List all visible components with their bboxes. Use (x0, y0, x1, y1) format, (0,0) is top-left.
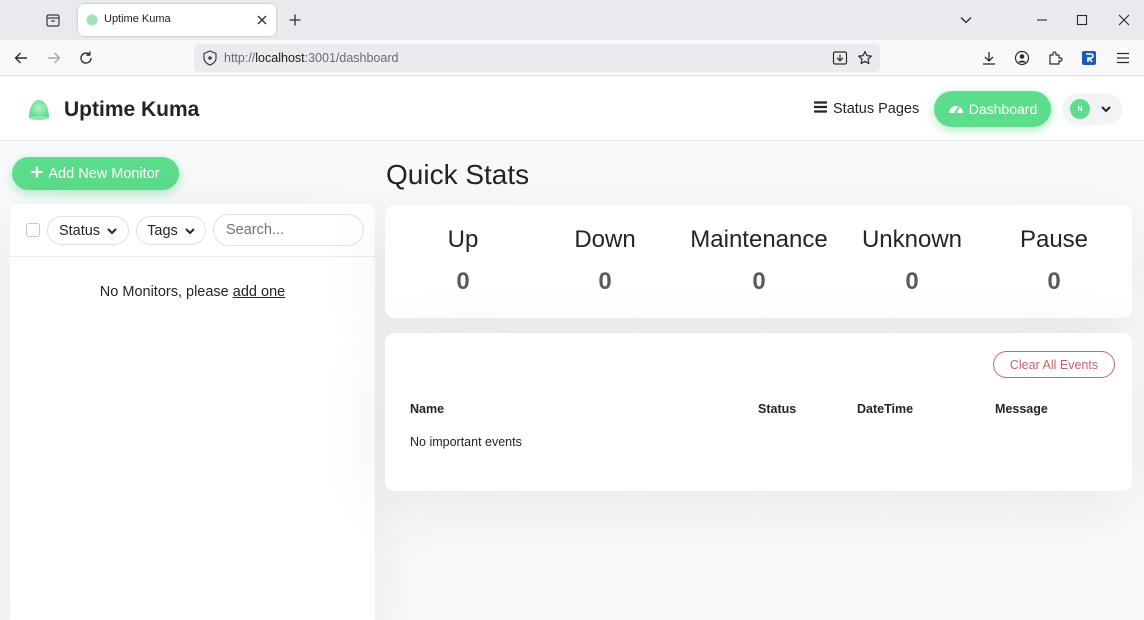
app-header: Uptime Kuma Status Pages Dashboard N (0, 77, 1144, 141)
status-filter-dropdown[interactable]: Status (47, 216, 129, 245)
quick-stats-card: Up 0 Down 0 Maintenance 0 Unknown 0 Paus… (385, 205, 1132, 318)
new-tab-icon[interactable] (286, 11, 304, 29)
clear-all-events-button[interactable]: Clear All Events (993, 351, 1115, 378)
avatar: N (1070, 99, 1090, 119)
caret-down-icon (1100, 103, 1112, 115)
stat-value: 0 (752, 268, 766, 295)
caret-down-icon (185, 223, 195, 239)
stat-value: 0 (905, 268, 919, 295)
menu-icon[interactable] (1114, 49, 1132, 67)
tab-overflow-chevron-icon[interactable] (957, 11, 975, 29)
tab-list-icon[interactable] (44, 11, 62, 29)
stat-down: Down 0 (530, 225, 680, 297)
list-icon (814, 101, 827, 117)
empty-monitors-text: No Monitors, please (99, 284, 233, 300)
uptime-kuma-logo-icon (26, 96, 52, 122)
tags-filter-dropdown[interactable]: Tags (136, 216, 206, 245)
star-bookmark-icon[interactable] (857, 50, 873, 66)
stat-label: Up (447, 226, 479, 253)
brand-title[interactable]: Uptime Kuma (64, 98, 199, 122)
page-download-icon[interactable] (832, 50, 848, 66)
add-one-link[interactable]: add one (233, 284, 285, 300)
extension-badge-icon[interactable] (1080, 49, 1098, 67)
dashboard-button[interactable]: Dashboard (934, 91, 1051, 127)
extensions-icon[interactable] (1046, 49, 1064, 67)
stat-label: Maintenance (690, 226, 828, 253)
caret-down-icon (107, 223, 117, 239)
column-header-message: Message (995, 402, 1048, 416)
stat-pause: Pause 0 (979, 225, 1129, 297)
maximize-icon[interactable] (1073, 11, 1091, 29)
back-icon[interactable] (11, 48, 31, 68)
stat-value: 0 (1047, 268, 1061, 295)
monitor-list-panel: Status Tags No Monitors, please add one (10, 204, 375, 620)
page-title: Quick Stats (386, 159, 530, 190)
forward-icon[interactable] (44, 48, 64, 68)
select-all-checkbox[interactable] (26, 223, 40, 237)
empty-monitors-message: No Monitors, please add one (10, 284, 375, 300)
tab-title: Uptime Kuma (104, 13, 171, 25)
downloads-icon[interactable] (980, 49, 998, 67)
minimize-icon[interactable] (1033, 11, 1051, 29)
column-header-datetime: DateTime (857, 402, 914, 416)
empty-events-message: No important events (410, 435, 522, 449)
stat-label: Pause (1019, 226, 1089, 253)
search-input[interactable] (213, 214, 364, 246)
stat-up: Up 0 (388, 225, 538, 297)
stat-value: 0 (456, 268, 470, 295)
close-tab-icon[interactable] (254, 12, 270, 28)
browser-tab-bar: Uptime Kuma (0, 0, 1144, 40)
speedometer-icon (948, 101, 964, 118)
shield-icon[interactable] (202, 50, 218, 66)
account-icon[interactable] (1013, 49, 1031, 67)
dashboard-label: Dashboard (968, 101, 1038, 117)
add-new-monitor-label: Add New Monitor (48, 165, 160, 182)
important-events-card: Clear All Events Name Status DateTime Me… (385, 333, 1132, 491)
stat-label: Down (574, 226, 636, 253)
monitor-filter-bar: Status Tags (10, 204, 375, 257)
favicon-icon (87, 15, 97, 25)
status-filter-label: Status (58, 222, 101, 239)
stat-value: 0 (598, 268, 612, 295)
status-pages-link[interactable]: Status Pages (814, 99, 919, 119)
column-header-name: Name (410, 402, 445, 416)
browser-tab[interactable]: Uptime Kuma (78, 4, 276, 36)
reload-icon[interactable] (76, 48, 96, 68)
url-text: http://localhost:3001/dashboard (224, 51, 399, 65)
close-window-icon[interactable] (1115, 11, 1133, 29)
profile-dropdown[interactable]: N (1062, 93, 1122, 125)
add-new-monitor-button[interactable]: Add New Monitor (12, 157, 179, 190)
stat-maintenance: Maintenance 0 (684, 225, 834, 297)
browser-nav-bar: http://localhost:3001/dashboard (0, 40, 1144, 76)
stat-unknown: Unknown 0 (837, 225, 987, 297)
column-header-status: Status (758, 402, 797, 416)
stat-label: Unknown (861, 226, 963, 253)
plus-icon (31, 166, 43, 182)
url-bar[interactable]: http://localhost:3001/dashboard (194, 44, 880, 72)
tags-filter-label: Tags (147, 222, 178, 239)
status-pages-label: Status Pages (833, 101, 920, 117)
